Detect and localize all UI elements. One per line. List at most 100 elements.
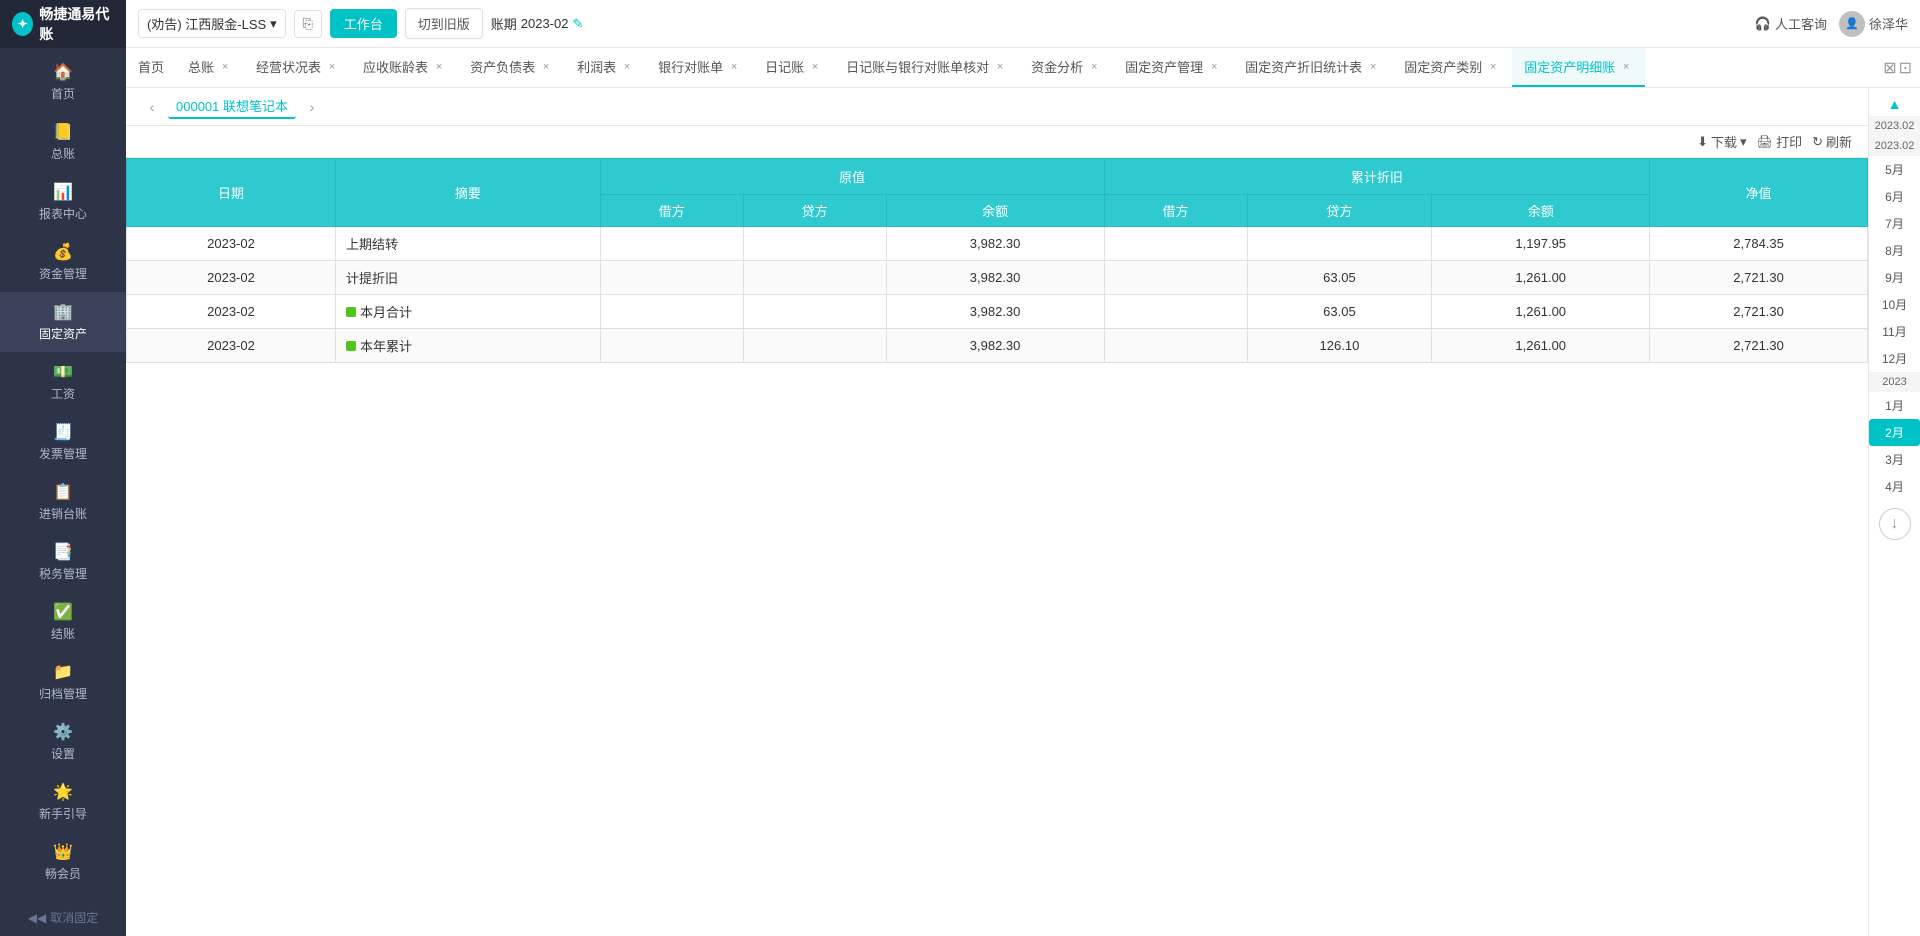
tab-bank-check[interactable]: 日记账与银行对账单核对 × [834,48,1019,87]
tab-fa-type-close[interactable]: × [1486,60,1500,74]
tab-fa-depr-stat-close[interactable]: × [1366,60,1380,74]
date-month-5[interactable]: 5月 [1869,156,1920,183]
cell-accum-debit [1104,261,1247,295]
tab-ledger-close[interactable]: × [218,60,232,74]
date-month-12[interactable]: 12月 [1869,345,1920,372]
tab-fa-mgmt[interactable]: 固定资产管理 × [1113,48,1233,87]
tab-profit-close[interactable]: × [620,60,634,74]
sidebar-item-salary[interactable]: 💵 工资 [0,352,126,412]
cell-date: 2023-02 [127,261,336,295]
customer-service-button[interactable]: 🎧 人工客询 [1755,14,1827,33]
sidebar-item-label: 畅会员 [45,865,81,882]
cell-summary: 上期结转 [336,227,601,261]
tab-receivable-close[interactable]: × [432,60,446,74]
sidebar-item-guide[interactable]: 🌟 新手引导 [0,772,126,832]
sidebar-item-tax[interactable]: 📑 税务管理 [0,532,126,592]
date-scroll-down[interactable]: ↓ [1879,508,1911,540]
table-row: 2023-02 计提折旧 3,982.30 63.05 1,261.00 2,7… [127,261,1868,295]
restore-tab-icon[interactable]: ⊡ [1899,58,1912,78]
tab-bank-stmt-close[interactable]: × [727,60,741,74]
download-icon: ⬇ [1697,134,1708,150]
close-all-tabs-icon[interactable]: ⊠ [1883,58,1896,78]
sub-nav-prev[interactable]: ‹ [142,97,162,117]
tab-fa-mgmt-close[interactable]: × [1207,60,1221,74]
switch-version-button[interactable]: 切到旧版 [405,8,483,39]
tab-bank-stmt[interactable]: 银行对账单 × [646,48,753,87]
sidebar-pin-button[interactable]: ◀◀ 取消固定 [0,899,126,936]
sidebar-item-fixed-assets[interactable]: 🏢 固定资产 [0,292,126,352]
tab-receivable[interactable]: 应收账龄表 × [351,48,458,87]
date-month-2[interactable]: 2月 [1869,419,1920,446]
copy-button[interactable]: ⎘ [294,10,322,38]
sidebar-item-home[interactable]: 🏠 首页 [0,52,126,112]
sub-nav-next[interactable]: › [302,97,322,117]
date-scroll-up[interactable]: ▲ [1869,92,1920,116]
tab-fa-depr-stat[interactable]: 固定资产折旧统计表 × [1233,48,1392,87]
sidebar-item-fund[interactable]: 💰 资金管理 [0,232,126,292]
cell-summary: 计提折旧 [336,261,601,295]
tab-fa-detail[interactable]: 固定资产明细账 × [1512,48,1645,87]
refresh-button[interactable]: ↻ 刷新 [1812,132,1852,151]
refresh-label: 刷新 [1826,132,1852,151]
download-button[interactable]: ⬇ 下载 ▾ [1697,132,1746,151]
sidebar-item-archive[interactable]: 📁 归档管理 [0,652,126,712]
table-row: 2023-02 本年累计 3,982.30 126.10 1,261.00 2,… [127,329,1868,363]
date-month-9[interactable]: 9月 [1869,264,1920,291]
copy-icon: ⎘ [303,16,313,32]
company-selector[interactable]: (劝告) 江西服金-LSS ▾ [138,9,286,38]
cell-accum-debit [1104,295,1247,329]
sidebar-item-reports[interactable]: 📊 报表中心 [0,172,126,232]
th-accumulated-depr: 累计折旧 [1104,159,1650,195]
date-month-1[interactable]: 1月 [1869,392,1920,419]
date-month-3[interactable]: 3月 [1869,446,1920,473]
tab-journal[interactable]: 日记账 × [753,48,834,87]
sidebar-item-close[interactable]: ✅ 结账 [0,592,126,652]
workbench-button[interactable]: 工作台 [330,9,397,38]
date-month-6[interactable]: 6月 [1869,183,1920,210]
date-month-4[interactable]: 4月 [1869,473,1920,500]
sidebar-item-sales[interactable]: 📋 进销台账 [0,472,126,532]
tab-business[interactable]: 经营状况表 × [244,48,351,87]
tab-fa-type-label: 固定资产类别 [1404,57,1482,76]
tab-balance-close[interactable]: × [539,60,553,74]
sidebar-item-invoice[interactable]: 🧾 发票管理 [0,412,126,472]
sidebar-item-member[interactable]: 👑 畅会员 [0,832,126,892]
home-icon: 🏠 [53,62,73,82]
sub-tab-label: 000001 联想笔记本 [176,99,288,114]
tab-journal-close[interactable]: × [808,60,822,74]
sub-tab-asset-001[interactable]: 000001 联想笔记本 [168,94,296,119]
fixed-assets-icon: 🏢 [53,302,73,322]
logo-icon: ✦ [12,12,33,36]
print-button[interactable]: 🖨 打印 [1757,132,1803,151]
tab-bank-check-close[interactable]: × [993,60,1007,74]
date-year-top2: 2023.02 [1869,136,1920,156]
tab-home[interactable]: 首页 [126,48,176,87]
tab-profit[interactable]: 利润表 × [565,48,646,87]
pin-left-icon: ◀◀ [28,911,46,925]
date-month-7[interactable]: 7月 [1869,210,1920,237]
date-year-marker: 2023 [1869,372,1920,392]
topbar-right: 🎧 人工客询 👤 徐泽华 [1755,11,1908,37]
tab-balance[interactable]: 资产负债表 × [458,48,565,87]
date-month-8[interactable]: 8月 [1869,237,1920,264]
tab-ledger[interactable]: 总账 × [176,48,244,87]
sidebar-item-ledger[interactable]: 📒 总账 [0,112,126,172]
settings-icon: ⚙️ [53,722,73,742]
th-orig-debit: 借方 [600,195,743,227]
tab-fund-analysis[interactable]: 资金分析 × [1019,48,1113,87]
ledger-icon: 📒 [53,122,73,142]
tab-business-close[interactable]: × [325,60,339,74]
tab-fa-detail-close[interactable]: × [1619,60,1633,74]
sidebar-item-label: 新手引导 [39,805,87,822]
tab-fa-type[interactable]: 固定资产类别 × [1392,48,1512,87]
tab-fund-analysis-close[interactable]: × [1087,60,1101,74]
sidebar-item-label: 资金管理 [39,265,87,282]
green-tag [346,341,356,351]
topbar: (劝告) 江西服金-LSS ▾ ⎘ 工作台 切到旧版 账期 2023-02 ✎ … [126,0,1920,48]
date-month-11[interactable]: 11月 [1869,318,1920,345]
user-menu[interactable]: 👤 徐泽华 [1839,11,1908,37]
sidebar-item-label: 进销台账 [39,505,87,522]
date-month-10[interactable]: 10月 [1869,291,1920,318]
sidebar-item-settings[interactable]: ⚙️ 设置 [0,712,126,772]
period-display: 账期 2023-02 ✎ [491,14,584,33]
